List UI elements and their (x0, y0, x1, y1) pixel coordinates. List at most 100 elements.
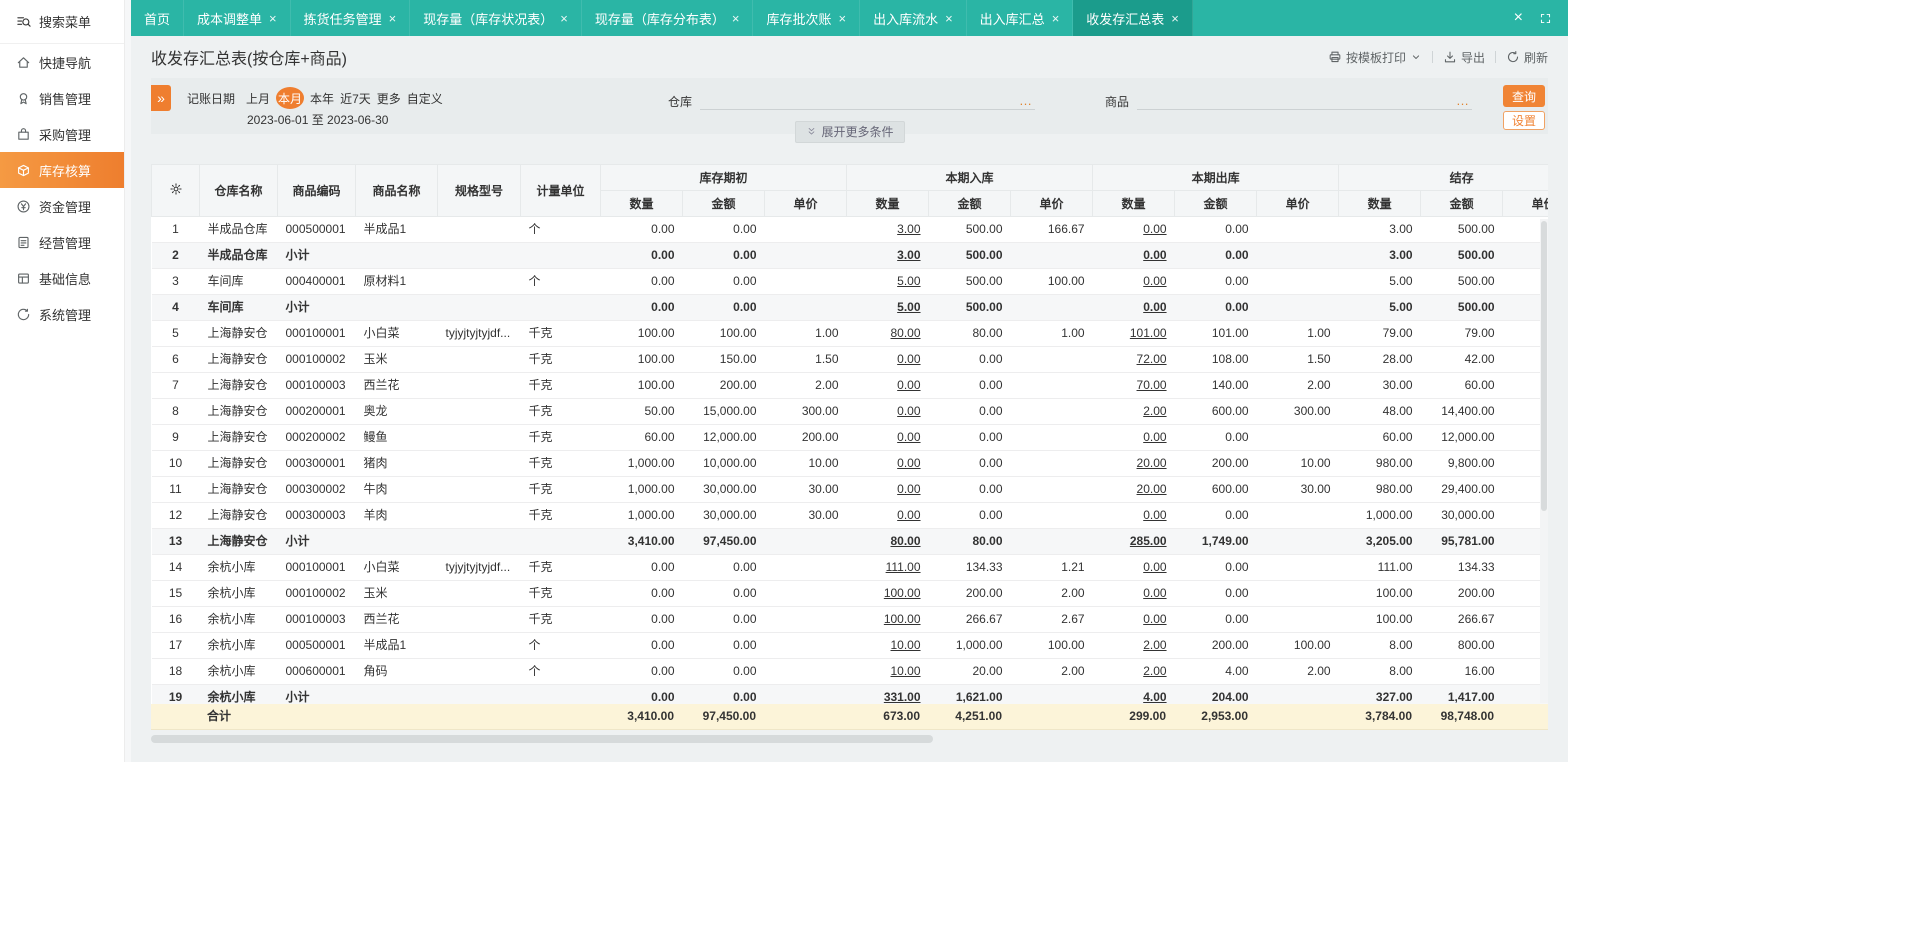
warehouse-picker-icon[interactable]: … (1019, 93, 1033, 108)
cell-out-qty[interactable]: 2.00 (1092, 632, 1175, 659)
print-template-button[interactable]: 按模板打印 (1328, 49, 1422, 66)
col-header-spec[interactable]: 规格型号 (437, 164, 521, 217)
cell-in-qty[interactable]: 0.00 (846, 346, 929, 373)
table-horizontal-scrollbar[interactable] (151, 734, 1548, 744)
tab-picking-task[interactable]: 拣货任务管理 × (291, 0, 411, 36)
horizontal-scrollbar-thumb[interactable] (151, 735, 934, 743)
cell-out-qty[interactable]: 20.00 (1092, 450, 1175, 477)
col-header-unit[interactable]: 计量单位 (520, 164, 601, 217)
sidebar-item-fund[interactable]: 资金管理 (0, 188, 124, 224)
warehouse-input[interactable]: … (700, 90, 1036, 110)
tab-inout-flow[interactable]: 出入库流水 × (860, 0, 967, 36)
col-header-in-qty[interactable]: 数量 (846, 190, 930, 217)
col-header-opening-qty[interactable]: 数量 (600, 190, 683, 217)
collapse-filter-button[interactable]: » (151, 85, 171, 111)
sidebar-search[interactable]: 搜索菜单 (0, 0, 124, 44)
refresh-button[interactable]: 刷新 (1506, 49, 1548, 66)
tab-send-receive-summary[interactable]: 收发存汇总表 × (1073, 0, 1193, 36)
date-option-more[interactable]: 更多 (377, 92, 401, 106)
sidebar-item-purchase[interactable]: 采购管理 (0, 116, 124, 152)
cell-in-qty[interactable]: 100.00 (846, 580, 929, 607)
col-header-out-amt[interactable]: 金额 (1174, 190, 1258, 217)
cell-in-qty[interactable]: 0.00 (846, 476, 929, 503)
tab-close-icon[interactable]: × (269, 12, 277, 25)
col-header-code[interactable]: 商品编码 (277, 164, 356, 217)
table-vertical-scrollbar[interactable] (1540, 219, 1548, 703)
vertical-scrollbar-thumb[interactable] (1541, 221, 1547, 511)
tab-cost-adjust[interactable]: 成本调整单 × (184, 0, 291, 36)
col-header-bal-price[interactable]: 单价 (1502, 190, 1548, 217)
tab-close-icon[interactable]: × (1171, 12, 1179, 25)
cell-in-qty[interactable]: 10.00 (846, 658, 929, 685)
sidebar-item-system[interactable]: 系统管理 (0, 296, 124, 332)
cell-in-qty[interactable]: 80.00 (846, 528, 929, 555)
cell-in-qty[interactable]: 0.00 (846, 450, 929, 477)
date-option-last-7-days[interactable]: 近7天 (340, 92, 371, 106)
cell-in-qty[interactable]: 0.00 (846, 502, 929, 529)
sidebar-item-base-info[interactable]: 基础信息 (0, 260, 124, 296)
cell-out-qty[interactable]: 2.00 (1092, 658, 1175, 685)
cell-out-qty[interactable]: 0.00 (1092, 502, 1175, 529)
tab-close-icon[interactable]: × (389, 12, 397, 25)
col-header-bal-amt[interactable]: 金额 (1420, 190, 1504, 217)
tab-stock-distribution[interactable]: 现存量（库存分布表） × (582, 0, 754, 36)
export-button[interactable]: 导出 (1443, 49, 1485, 66)
date-option-last-month[interactable]: 上月 (246, 92, 270, 106)
cell-in-qty[interactable]: 3.00 (846, 216, 929, 243)
cell-out-qty[interactable]: 285.00 (1092, 528, 1175, 555)
cell-out-qty[interactable]: 0.00 (1092, 242, 1175, 269)
date-option-this-month[interactable]: 本月 (276, 87, 305, 109)
sidebar-item-inventory[interactable]: 库存核算 (0, 152, 124, 188)
cell-in-qty[interactable]: 0.00 (846, 372, 929, 399)
sidebar-item-quick-nav[interactable]: 快捷导航 (0, 44, 124, 80)
col-header-product[interactable]: 商品名称 (355, 164, 438, 217)
query-button[interactable]: 查询 (1503, 85, 1545, 107)
cell-out-qty[interactable]: 0.00 (1092, 554, 1175, 581)
cell-in-qty[interactable]: 5.00 (846, 268, 929, 295)
tab-close-icon[interactable]: × (1052, 12, 1060, 25)
date-option-custom[interactable]: 自定义 (407, 92, 443, 106)
sidebar-item-business[interactable]: 经营管理 (0, 224, 124, 260)
column-settings-header[interactable] (151, 164, 200, 217)
tab-close-icon[interactable]: × (945, 12, 953, 25)
cell-in-qty[interactable]: 5.00 (846, 294, 929, 321)
cell-out-qty[interactable]: 0.00 (1092, 216, 1175, 243)
date-option-this-year[interactable]: 本年 (310, 92, 334, 106)
cell-out-qty[interactable]: 0.00 (1092, 580, 1175, 607)
col-header-in-price[interactable]: 单价 (1010, 190, 1094, 217)
cell-out-qty[interactable]: 2.00 (1092, 398, 1175, 425)
tab-home[interactable]: 首页 (131, 0, 185, 36)
maximize-icon[interactable] (1539, 12, 1552, 25)
cell-out-qty[interactable]: 4.00 (1092, 684, 1175, 704)
cell-out-qty[interactable]: 0.00 (1092, 606, 1175, 633)
close-all-tabs-icon[interactable]: × (1514, 10, 1523, 26)
cell-in-qty[interactable]: 0.00 (846, 398, 929, 425)
cell-out-qty[interactable]: 101.00 (1092, 320, 1175, 347)
col-header-opening-price[interactable]: 单价 (763, 190, 848, 217)
settings-button[interactable]: 设置 (1503, 111, 1545, 130)
col-header-out-qty[interactable]: 数量 (1092, 190, 1176, 217)
cell-in-qty[interactable]: 111.00 (846, 554, 929, 581)
tab-stock-status[interactable]: 现存量（库存状况表） × (410, 0, 582, 36)
col-header-bal-qty[interactable]: 数量 (1338, 190, 1422, 217)
product-input[interactable]: … (1137, 90, 1473, 110)
product-picker-icon[interactable]: … (1456, 93, 1470, 108)
col-header-opening-amt[interactable]: 金额 (682, 190, 765, 217)
tab-stock-batch[interactable]: 库存批次账 × (753, 0, 861, 36)
cell-out-qty[interactable]: 0.00 (1092, 424, 1175, 451)
tab-inout-summary[interactable]: 出入库汇总 × (967, 0, 1074, 36)
cell-in-qty[interactable]: 3.00 (846, 242, 929, 269)
cell-in-qty[interactable]: 0.00 (846, 424, 929, 451)
cell-out-qty[interactable]: 70.00 (1092, 372, 1175, 399)
col-header-out-price[interactable]: 单价 (1256, 190, 1340, 217)
col-header-in-amt[interactable]: 金额 (928, 190, 1012, 217)
cell-in-qty[interactable]: 10.00 (846, 632, 929, 659)
cell-out-qty[interactable]: 72.00 (1092, 346, 1175, 373)
cell-in-qty[interactable]: 80.00 (846, 320, 929, 347)
col-header-warehouse[interactable]: 仓库名称 (199, 164, 278, 217)
cell-out-qty[interactable]: 0.00 (1092, 268, 1175, 295)
tab-close-icon[interactable]: × (732, 12, 740, 25)
sidebar-item-sales[interactable]: 销售管理 (0, 80, 124, 116)
cell-out-qty[interactable]: 0.00 (1092, 294, 1175, 321)
tab-close-icon[interactable]: × (560, 12, 568, 25)
